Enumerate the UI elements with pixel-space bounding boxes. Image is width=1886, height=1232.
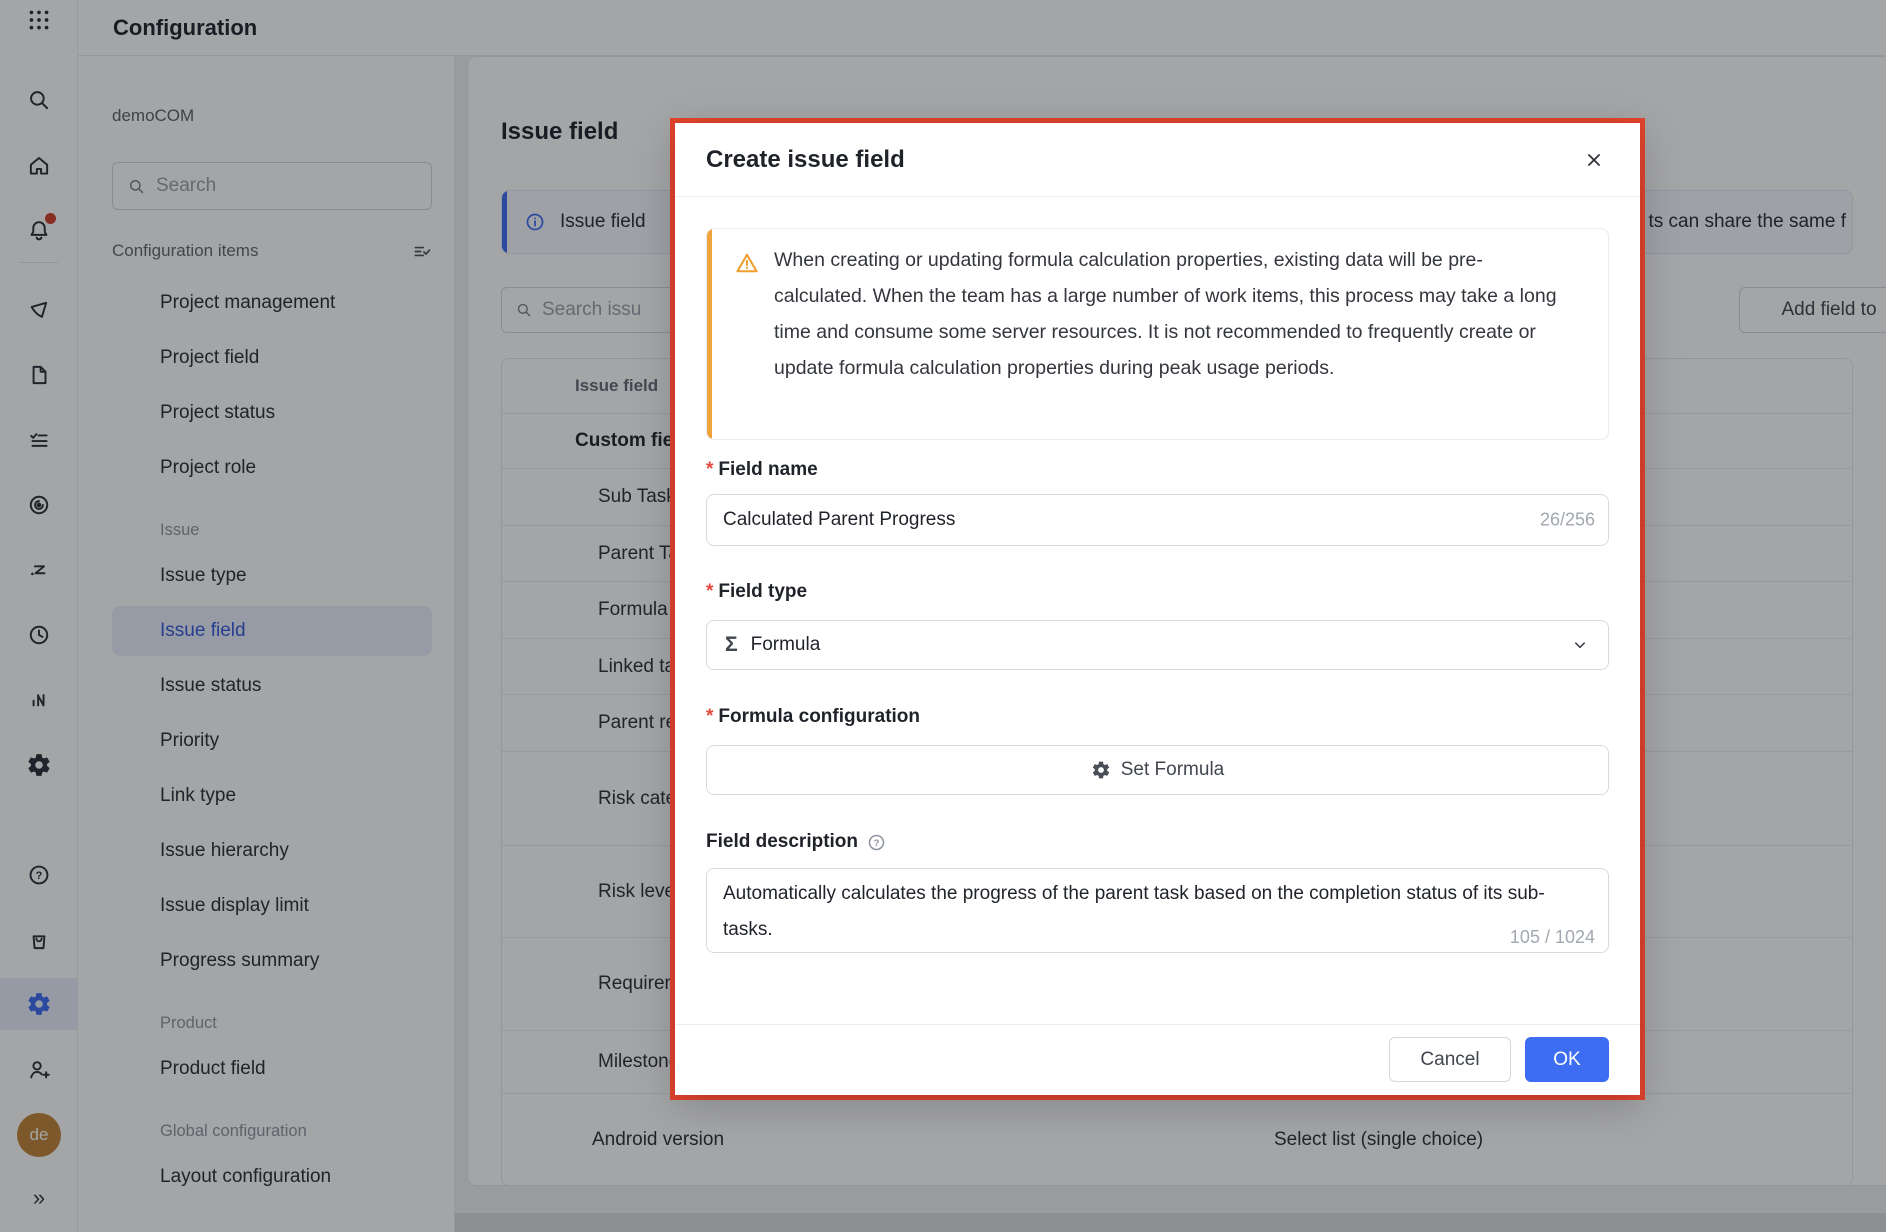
set-formula-label: Set Formula [1120,759,1225,780]
cancel-button[interactable]: Cancel [1389,1037,1511,1082]
field-description-textarea[interactable]: Automatically calculates the progress of… [706,868,1609,953]
help-circle-icon[interactable]: ? [866,832,887,853]
field-description-counter: 105 / 1024 [1509,927,1595,947]
modal-footer: Cancel OK [675,1024,1640,1095]
field-type-select[interactable]: Σ Formula [706,620,1609,670]
warning-alert: When creating or updating formula calcul… [706,228,1609,440]
field-type-label: Field type [706,580,1609,604]
warning-text: When creating or updating formula calcul… [774,249,1557,379]
modal-body: When creating or updating formula calcul… [675,197,1640,1024]
set-formula-button[interactable]: Set Formula [706,745,1609,795]
field-description-label: Field description ? [706,830,1609,854]
warning-triangle-icon [734,250,760,276]
ok-button[interactable]: OK [1525,1037,1609,1082]
field-type-value: Formula [750,634,821,655]
gear-icon [1092,761,1109,779]
field-name-input[interactable] [706,494,1609,546]
formula-configuration-label: Formula configuration [706,705,1609,729]
chevron-down-icon [1575,642,1585,649]
field-name-label: Field name [706,458,1609,482]
field-name-input-wrap: 26/256 [706,494,1609,546]
modal-header: Create issue field [675,123,1640,197]
field-name-counter: 26/256 [1539,509,1595,530]
modal-title: Create issue field [706,145,905,173]
create-issue-field-modal: Create issue field When creating or upda… [675,123,1640,1095]
svg-text:?: ? [874,838,880,849]
sigma-icon: Σ [725,633,738,656]
annotation-highlight-box: Create issue field When creating or upda… [670,118,1645,1100]
close-icon[interactable] [1579,145,1609,175]
field-description-wrap: Automatically calculates the progress of… [706,868,1609,958]
app-window: ?de» Configuration demoCOM Configuration… [0,0,1886,1232]
warning-accent-bar [707,229,712,439]
